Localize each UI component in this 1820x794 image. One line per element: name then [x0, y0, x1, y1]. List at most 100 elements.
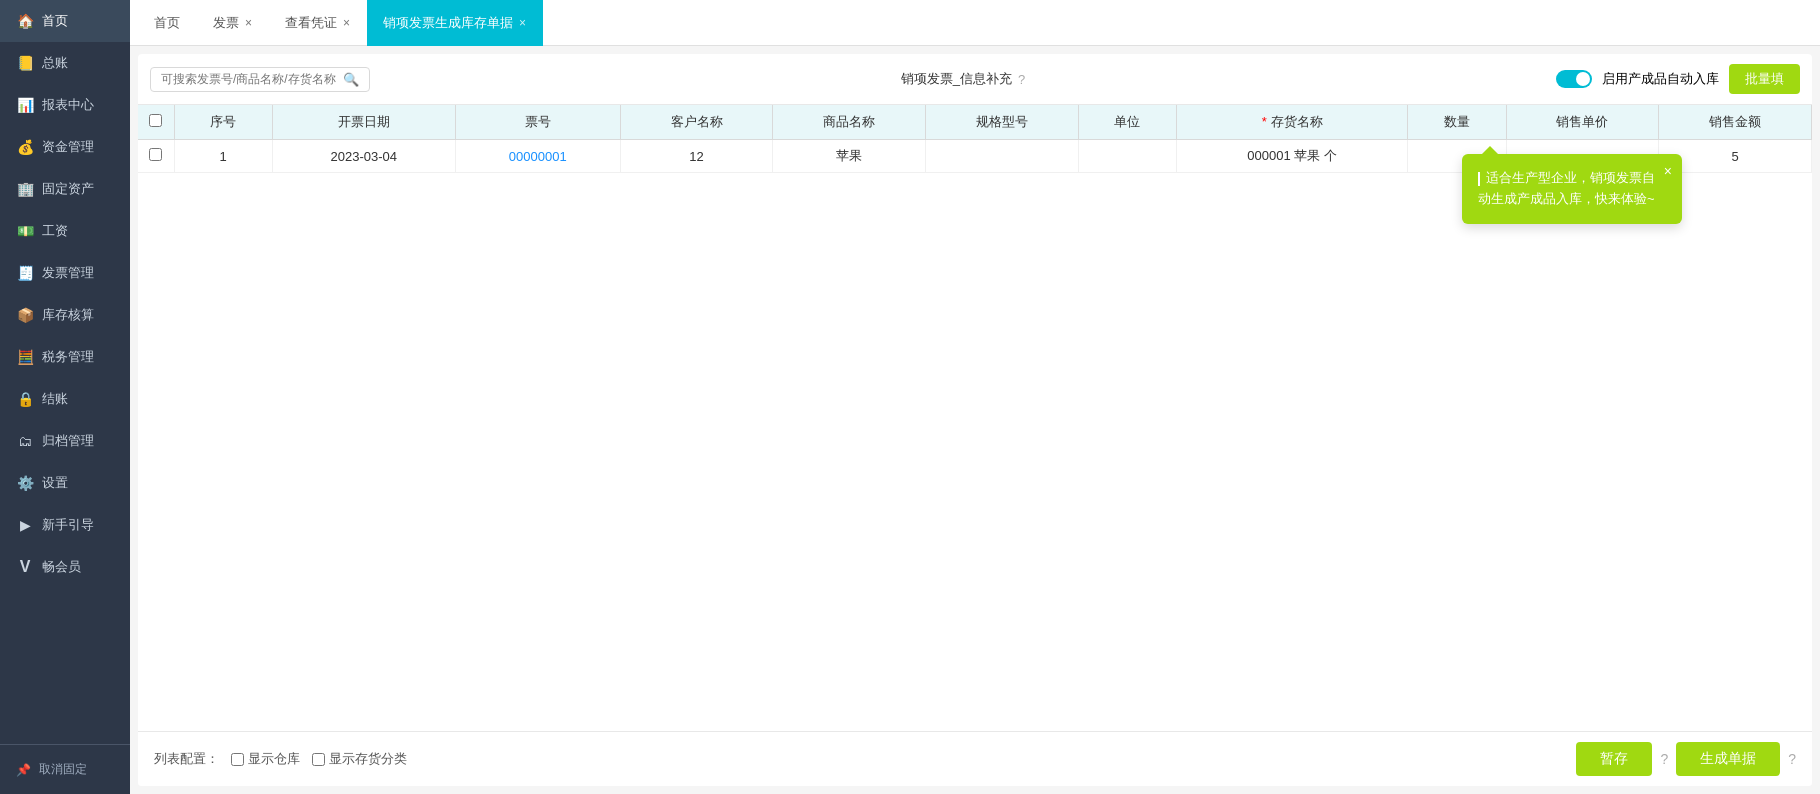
row-checkbox[interactable] — [149, 148, 162, 161]
sidebar-item-funds[interactable]: 💰 资金管理 — [0, 126, 130, 168]
sidebar-item-tax[interactable]: 🧮 税务管理 — [0, 336, 130, 378]
sidebar-item-reports[interactable]: 📊 报表中心 — [0, 84, 130, 126]
home-icon: 🏠 — [16, 12, 34, 30]
tab-home[interactable]: 首页 — [138, 0, 197, 46]
invoice-mgmt-icon: 🧾 — [16, 264, 34, 282]
search-icon: 🔍 — [343, 72, 359, 87]
sidebar-item-home[interactable]: 🏠 首页 — [0, 0, 130, 42]
td-number: 00000001 — [455, 140, 620, 173]
th-checkbox — [138, 105, 174, 140]
th-unit-price: 销售单价 — [1506, 105, 1659, 140]
sidebar-item-ledger[interactable]: 📒 总账 — [0, 42, 130, 84]
save-help-icon[interactable]: ? — [1660, 751, 1668, 767]
tooltip-text: 适合生产型企业，销项发票自动生成产成品入库，快来体验~ — [1478, 170, 1655, 206]
tab-invoice-label: 发票 — [213, 14, 239, 32]
search-box[interactable]: 🔍 — [150, 67, 370, 92]
sidebar-item-guide[interactable]: ▶ 新手引导 — [0, 504, 130, 546]
invoice-number-link[interactable]: 00000001 — [509, 149, 567, 164]
sidebar-item-label: 畅会员 — [42, 558, 81, 576]
td-inventory: 000001 苹果 个 — [1177, 140, 1408, 173]
auto-warehouse-toggle[interactable] — [1556, 70, 1592, 88]
sidebar-item-fixed-assets[interactable]: 🏢 固定资产 — [0, 168, 130, 210]
select-all-checkbox[interactable] — [149, 114, 162, 127]
tab-view-voucher-close[interactable]: × — [343, 16, 350, 30]
content-area: 🔍 销项发票_信息补充 ? 启用产成品自动入库 批量填 — [138, 54, 1812, 786]
sidebar-item-archive[interactable]: 🗂 归档管理 — [0, 420, 130, 462]
sidebar-item-label: 总账 — [42, 54, 68, 72]
th-model: 规格型号 — [926, 105, 1079, 140]
search-input[interactable] — [161, 72, 337, 86]
sidebar-item-vip[interactable]: V 畅会员 — [0, 546, 130, 588]
tab-cancel-invoice-label: 销项发票生成库存单据 — [383, 14, 513, 32]
th-inventory: 存货名称 — [1177, 105, 1408, 140]
sidebar-item-label: 税务管理 — [42, 348, 94, 366]
table-header-row: 序号 开票日期 票号 客户名称 商品名称 规格型号 单位 存货名称 数量 销售单… — [138, 105, 1812, 140]
td-checkbox — [138, 140, 174, 173]
funds-icon: 💰 — [16, 138, 34, 156]
show-category-text: 显示存货分类 — [329, 750, 407, 768]
batch-fill-button[interactable]: 批量填 — [1729, 64, 1800, 94]
unpin-label: 取消固定 — [39, 761, 87, 778]
sidebar-item-settings[interactable]: ⚙️ 设置 — [0, 462, 130, 504]
fixed-assets-icon: 🏢 — [16, 180, 34, 198]
show-category-checkbox[interactable] — [312, 753, 325, 766]
tab-cancel-invoice-close[interactable]: × — [519, 16, 526, 30]
archive-icon: 🗂 — [16, 432, 34, 450]
sidebar-item-label: 报表中心 — [42, 96, 94, 114]
sidebar-item-label: 库存核算 — [42, 306, 94, 324]
vip-icon: V — [16, 558, 34, 576]
sidebar-item-label: 结账 — [42, 390, 68, 408]
info-label: 销项发票_信息补充 — [901, 70, 1012, 88]
tab-invoice-close[interactable]: × — [245, 16, 252, 30]
sidebar-item-label: 新手引导 — [42, 516, 94, 534]
toolbar-center: 销项发票_信息补充 ? — [901, 70, 1025, 88]
th-date: 开票日期 — [272, 105, 455, 140]
sidebar-item-label: 归档管理 — [42, 432, 94, 450]
unpin-button[interactable]: 📌 取消固定 — [0, 753, 130, 786]
sidebar-item-payroll[interactable]: 💵 工资 — [0, 210, 130, 252]
save-button[interactable]: 暂存 — [1576, 742, 1652, 776]
inventory-icon: 📦 — [16, 306, 34, 324]
show-warehouse-checkbox[interactable] — [231, 753, 244, 766]
pin-icon: 📌 — [16, 763, 31, 777]
tab-cancel-invoice[interactable]: 销项发票生成库存单据 × — [367, 0, 543, 46]
list-config-label: 列表配置： — [154, 750, 219, 768]
settings-icon: ⚙️ — [16, 474, 34, 492]
main-area: 首页 发票 × 查看凭证 × 销项发票生成库存单据 × 🔍 销项发票_信息补充 — [130, 0, 1820, 794]
sidebar-item-invoice-mgmt[interactable]: 🧾 发票管理 — [0, 252, 130, 294]
reports-icon: 📊 — [16, 96, 34, 114]
tooltip-cursor — [1478, 172, 1480, 186]
td-date: 2023-03-04 — [272, 140, 455, 173]
tab-view-voucher[interactable]: 查看凭证 × — [269, 0, 367, 46]
th-unit: 单位 — [1078, 105, 1176, 140]
sidebar-item-label: 资金管理 — [42, 138, 94, 156]
td-unit — [1078, 140, 1176, 173]
tab-bar: 首页 发票 × 查看凭证 × 销项发票生成库存单据 × — [130, 0, 1820, 46]
td-model — [926, 140, 1079, 173]
tab-invoice[interactable]: 发票 × — [197, 0, 269, 46]
tab-home-label: 首页 — [154, 14, 180, 32]
show-category-label[interactable]: 显示存货分类 — [312, 750, 407, 768]
sidebar-item-closing[interactable]: 🔒 结账 — [0, 378, 130, 420]
sidebar-item-label: 发票管理 — [42, 264, 94, 282]
td-seq: 1 — [174, 140, 272, 173]
td-customer: 12 — [620, 140, 773, 173]
bottom-right: 暂存 ? 生成单据 ? — [1576, 742, 1796, 776]
th-product: 商品名称 — [773, 105, 926, 140]
sidebar-item-label: 工资 — [42, 222, 68, 240]
sidebar: 🏠 首页 📒 总账 📊 报表中心 💰 资金管理 🏢 固定资产 💵 工资 🧾 发票… — [0, 0, 130, 794]
th-quantity: 数量 — [1408, 105, 1506, 140]
generate-help-icon[interactable]: ? — [1788, 751, 1796, 767]
sidebar-bottom: 📌 取消固定 — [0, 744, 130, 794]
th-customer: 客户名称 — [620, 105, 773, 140]
tooltip-close-button[interactable]: × — [1664, 160, 1672, 182]
generate-button[interactable]: 生成单据 — [1676, 742, 1780, 776]
tax-icon: 🧮 — [16, 348, 34, 366]
bottom-left: 列表配置： 显示仓库 显示存货分类 — [154, 750, 407, 768]
show-warehouse-label[interactable]: 显示仓库 — [231, 750, 300, 768]
help-icon-center[interactable]: ? — [1018, 72, 1025, 87]
payroll-icon: 💵 — [16, 222, 34, 240]
closing-icon: 🔒 — [16, 390, 34, 408]
sidebar-item-inventory[interactable]: 📦 库存核算 — [0, 294, 130, 336]
th-number: 票号 — [455, 105, 620, 140]
